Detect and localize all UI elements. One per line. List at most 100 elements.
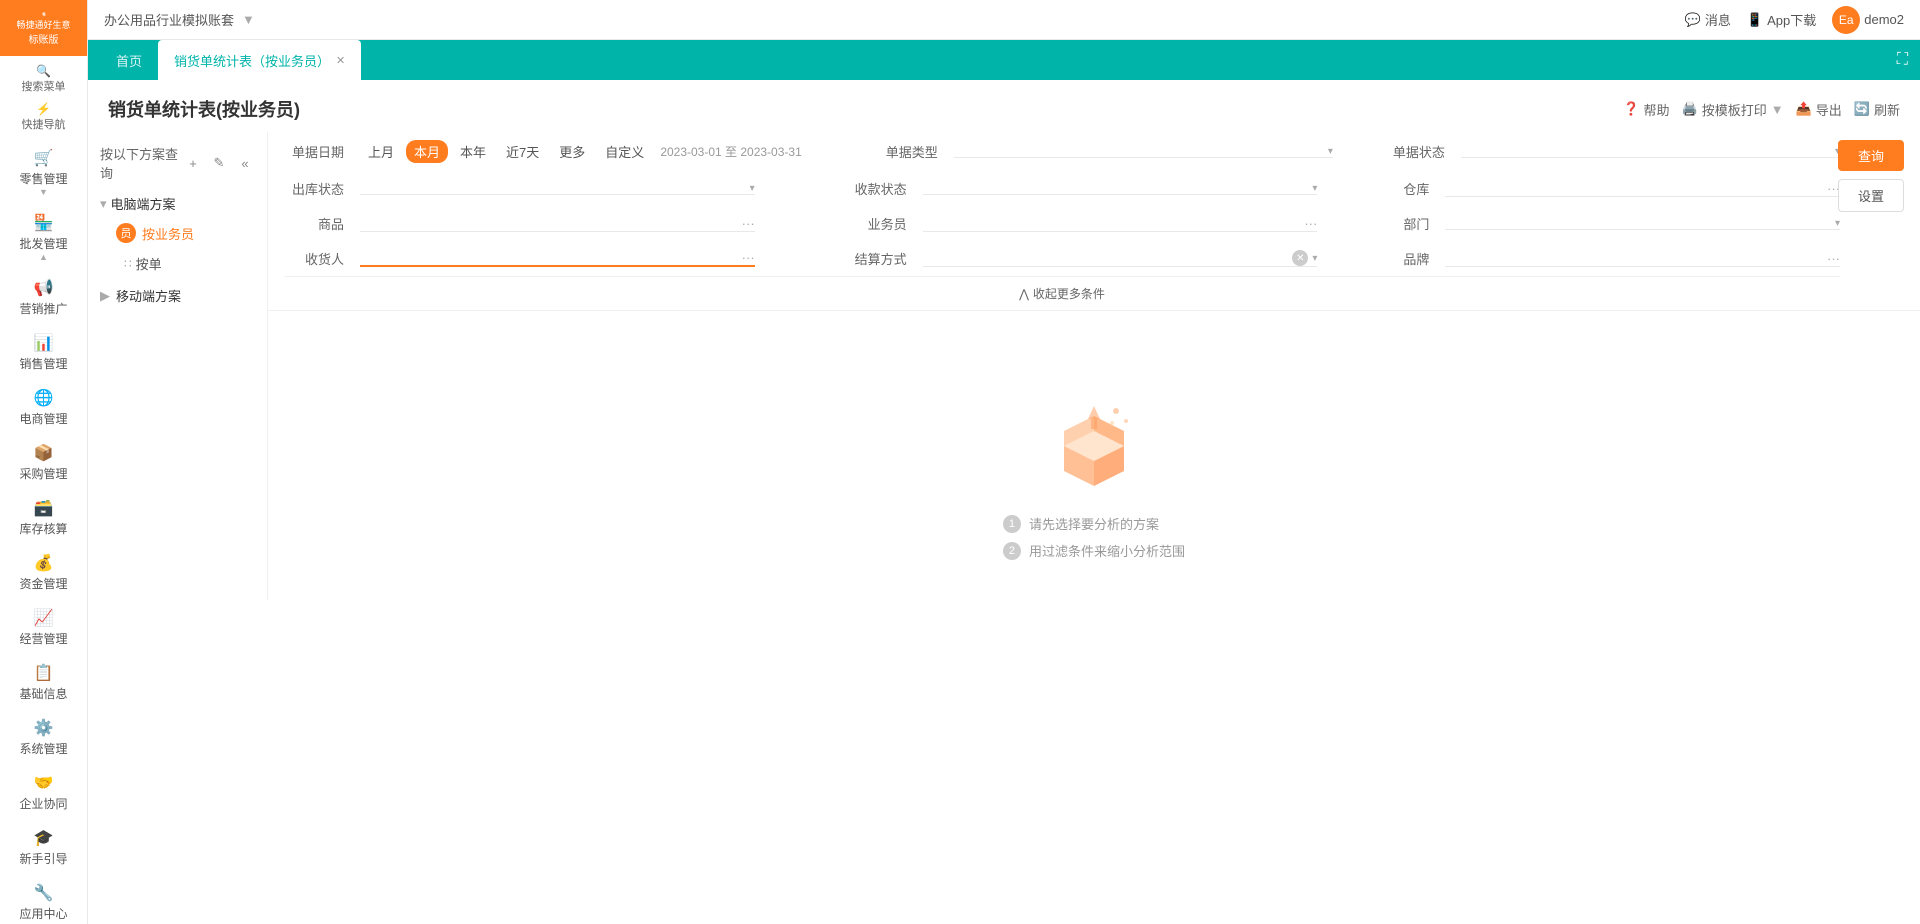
consignee-more-icon[interactable]: ··· bbox=[742, 250, 755, 265]
sidebar-item-basic[interactable]: 📋 基础信息 bbox=[0, 655, 87, 710]
sidebar-item-appcenter[interactable]: 🔧 应用中心 bbox=[0, 875, 87, 924]
sidebar-item-system[interactable]: ⚙️ 系统管理 bbox=[0, 710, 87, 765]
brand-input[interactable]: ··· bbox=[1445, 251, 1840, 267]
date-btn-7days[interactable]: 近7天 bbox=[498, 140, 547, 163]
sidebar-item-operations[interactable]: 📈 经营管理 bbox=[0, 600, 87, 655]
dept-chevron: ▾ bbox=[1835, 218, 1840, 229]
sidebar-item-retail[interactable]: 🛒 零售管理 ▼ bbox=[0, 140, 87, 205]
brand-label: 品牌 bbox=[1369, 249, 1429, 268]
warehouse-input[interactable]: ··· bbox=[1445, 181, 1840, 197]
goods-more-icon[interactable]: ··· bbox=[742, 216, 755, 231]
wholesale-label: 批发管理 bbox=[19, 235, 67, 252]
topbar-left: 办公用品行业模拟账套 ▼ bbox=[104, 10, 255, 29]
dept-select[interactable]: ▾ bbox=[1445, 218, 1840, 230]
scheme-group-label-pc: 电脑端方案 bbox=[111, 194, 176, 213]
empty-tip-2-text: 用过滤条件来缩小分析范围 bbox=[1029, 541, 1185, 560]
tip-num-1: 1 bbox=[1003, 515, 1021, 533]
dept-label: 部门 bbox=[1369, 214, 1429, 233]
app-logo[interactable]: 畅 畅捷通好生意 标账版 bbox=[0, 0, 87, 56]
scheme-group-header-pc[interactable]: ▾ 电脑端方案 bbox=[88, 190, 267, 217]
purchase-icon: 📦 bbox=[34, 443, 54, 463]
settings-button[interactable]: 设置 bbox=[1838, 179, 1904, 212]
sidebar-item-ecommerce[interactable]: 🌐 电商管理 bbox=[0, 380, 87, 435]
brand-more-icon[interactable]: ··· bbox=[1827, 251, 1840, 266]
collapse-bar[interactable]: ⋀ 收起更多条件 bbox=[284, 276, 1840, 310]
recv-status-label: 收款状态 bbox=[847, 179, 907, 198]
sidebar-item-wholesale[interactable]: 🏪 批发管理 ▲ bbox=[0, 205, 87, 270]
suite-dropdown-icon[interactable]: ▼ bbox=[242, 12, 255, 27]
ecommerce-label: 电商管理 bbox=[19, 410, 67, 427]
quick-nav-label: 快捷导航 bbox=[22, 116, 66, 132]
payment-select[interactable]: ✕ ▾ bbox=[923, 250, 1318, 267]
app-download-btn[interactable]: 📱 App下载 bbox=[1747, 10, 1816, 29]
sidebar-item-newbie[interactable]: 🎓 新手引导 bbox=[0, 820, 87, 875]
salesperson-more-icon[interactable]: ··· bbox=[1304, 216, 1317, 231]
refresh-btn[interactable]: 🔄 刷新 bbox=[1854, 100, 1900, 119]
enterprise-label: 企业协同 bbox=[19, 795, 67, 812]
template-print-btn[interactable]: 🖨️ 按模板打印 ▼ bbox=[1682, 100, 1784, 119]
message-btn[interactable]: 💬 消息 bbox=[1685, 10, 1731, 29]
tab-home[interactable]: 首页 bbox=[100, 40, 158, 80]
payment-clear-btn[interactable]: ✕ bbox=[1292, 250, 1308, 266]
filter-row-4: 收货人 ··· 结算方式 ✕ ▾ 品牌 bbox=[284, 241, 1840, 276]
tab-sales-stat[interactable]: 销货单统计表（按业务员） ✕ bbox=[158, 40, 361, 80]
sidebar-item-marketing[interactable]: 📢 营销推广 bbox=[0, 270, 87, 325]
date-label: 单据日期 bbox=[284, 142, 344, 161]
export-btn[interactable]: 📤 导出 bbox=[1796, 100, 1842, 119]
marketing-label: 营销推广 bbox=[19, 300, 67, 317]
expand-icon: ⛶ bbox=[1897, 51, 1908, 68]
tabbar-expand-btn[interactable]: ⛶ bbox=[1885, 51, 1920, 69]
sidebar-item-enterprise[interactable]: 🤝 企业协同 bbox=[0, 765, 87, 820]
query-button[interactable]: 查询 bbox=[1838, 140, 1904, 171]
sales-icon: 📊 bbox=[34, 333, 54, 353]
inventory-label: 库存核算 bbox=[19, 520, 67, 537]
scheme-item-salesperson-label: 按业务员 bbox=[142, 224, 194, 243]
empty-illustration bbox=[1044, 391, 1144, 494]
search-menu-item[interactable]: 🔍 搜索菜单 bbox=[0, 56, 87, 98]
user-name: demo2 bbox=[1864, 12, 1904, 27]
recv-status-select[interactable]: ▾ bbox=[923, 183, 1318, 195]
enterprise-icon: 🤝 bbox=[34, 773, 54, 793]
search-label: 搜索菜单 bbox=[22, 78, 66, 94]
date-btn-thismonth[interactable]: 本月 bbox=[406, 140, 448, 163]
empty-state: 1 请先选择要分析的方案 2 用过滤条件来缩小分析范围 bbox=[268, 311, 1920, 600]
consignee-input[interactable]: ··· bbox=[360, 250, 755, 267]
scheme-panel-header: 按以下方案查询 + ✎ « bbox=[88, 144, 267, 190]
goods-label: 商品 bbox=[284, 214, 344, 233]
scheme-group-pc: ▾ 电脑端方案 员 按业务员 ∷ 按单 bbox=[88, 190, 267, 278]
tabbar: 首页 销货单统计表（按业务员） ✕ ⛶ bbox=[88, 40, 1920, 80]
date-btn-custom[interactable]: 自定义 bbox=[597, 140, 652, 163]
date-btn-more[interactable]: 更多 bbox=[551, 140, 593, 163]
quick-nav-item[interactable]: ⚡ 快捷导航 bbox=[0, 98, 87, 136]
system-label: 系统管理 bbox=[19, 740, 67, 757]
goods-input[interactable]: ··· bbox=[360, 216, 755, 232]
group-expand-icon: ▾ bbox=[100, 196, 107, 212]
sidebar-item-finance[interactable]: 💰 资金管理 bbox=[0, 545, 87, 600]
sidebar-item-inventory[interactable]: 🗃️ 库存核算 bbox=[0, 490, 87, 545]
doc-type-select[interactable]: ▾ bbox=[954, 146, 1333, 158]
out-status-select[interactable]: ▾ bbox=[360, 183, 755, 195]
sidebar-item-purchase[interactable]: 📦 采购管理 bbox=[0, 435, 87, 490]
tab-close-btn[interactable]: ✕ bbox=[336, 54, 345, 67]
salesperson-input[interactable]: ··· bbox=[923, 216, 1318, 232]
operations-label: 经营管理 bbox=[19, 630, 67, 647]
page-inner: 销货单统计表(按业务员) ❓ 帮助 🖨️ 按模板打印 ▼ 📤 导出 bbox=[88, 80, 1920, 924]
template-print-dropdown-icon: ▼ bbox=[1771, 102, 1784, 117]
user-profile[interactable]: Ea demo2 bbox=[1832, 6, 1904, 34]
help-btn[interactable]: ❓ 帮助 bbox=[1623, 100, 1669, 119]
add-scheme-btn[interactable]: + bbox=[183, 153, 203, 173]
sales-label: 销售管理 bbox=[19, 355, 67, 372]
date-btn-lastmonth[interactable]: 上月 bbox=[360, 140, 402, 163]
doc-status-select[interactable]: ▾ bbox=[1461, 146, 1840, 158]
sidebar: 畅 畅捷通好生意 标账版 🔍 搜索菜单 ⚡ 快捷导航 🛒 零售管理 ▼ 🏪 批发… bbox=[0, 0, 88, 924]
scheme-group-header-mobile[interactable]: ▶ 移动端方案 bbox=[88, 282, 267, 309]
topbar-right: 💬 消息 📱 App下载 Ea demo2 bbox=[1685, 6, 1904, 34]
edit-scheme-btn[interactable]: ✎ bbox=[209, 153, 229, 173]
print-icon: 🖨️ bbox=[1682, 101, 1698, 117]
newbie-icon: 🎓 bbox=[34, 828, 54, 848]
scheme-item-salesperson[interactable]: 员 按业务员 bbox=[88, 217, 267, 249]
scheme-sub-item-doc[interactable]: ∷ 按单 bbox=[88, 249, 267, 278]
sidebar-item-sales[interactable]: 📊 销售管理 bbox=[0, 325, 87, 380]
collapse-scheme-btn[interactable]: « bbox=[235, 153, 255, 173]
date-btn-thisyear[interactable]: 本年 bbox=[452, 140, 494, 163]
